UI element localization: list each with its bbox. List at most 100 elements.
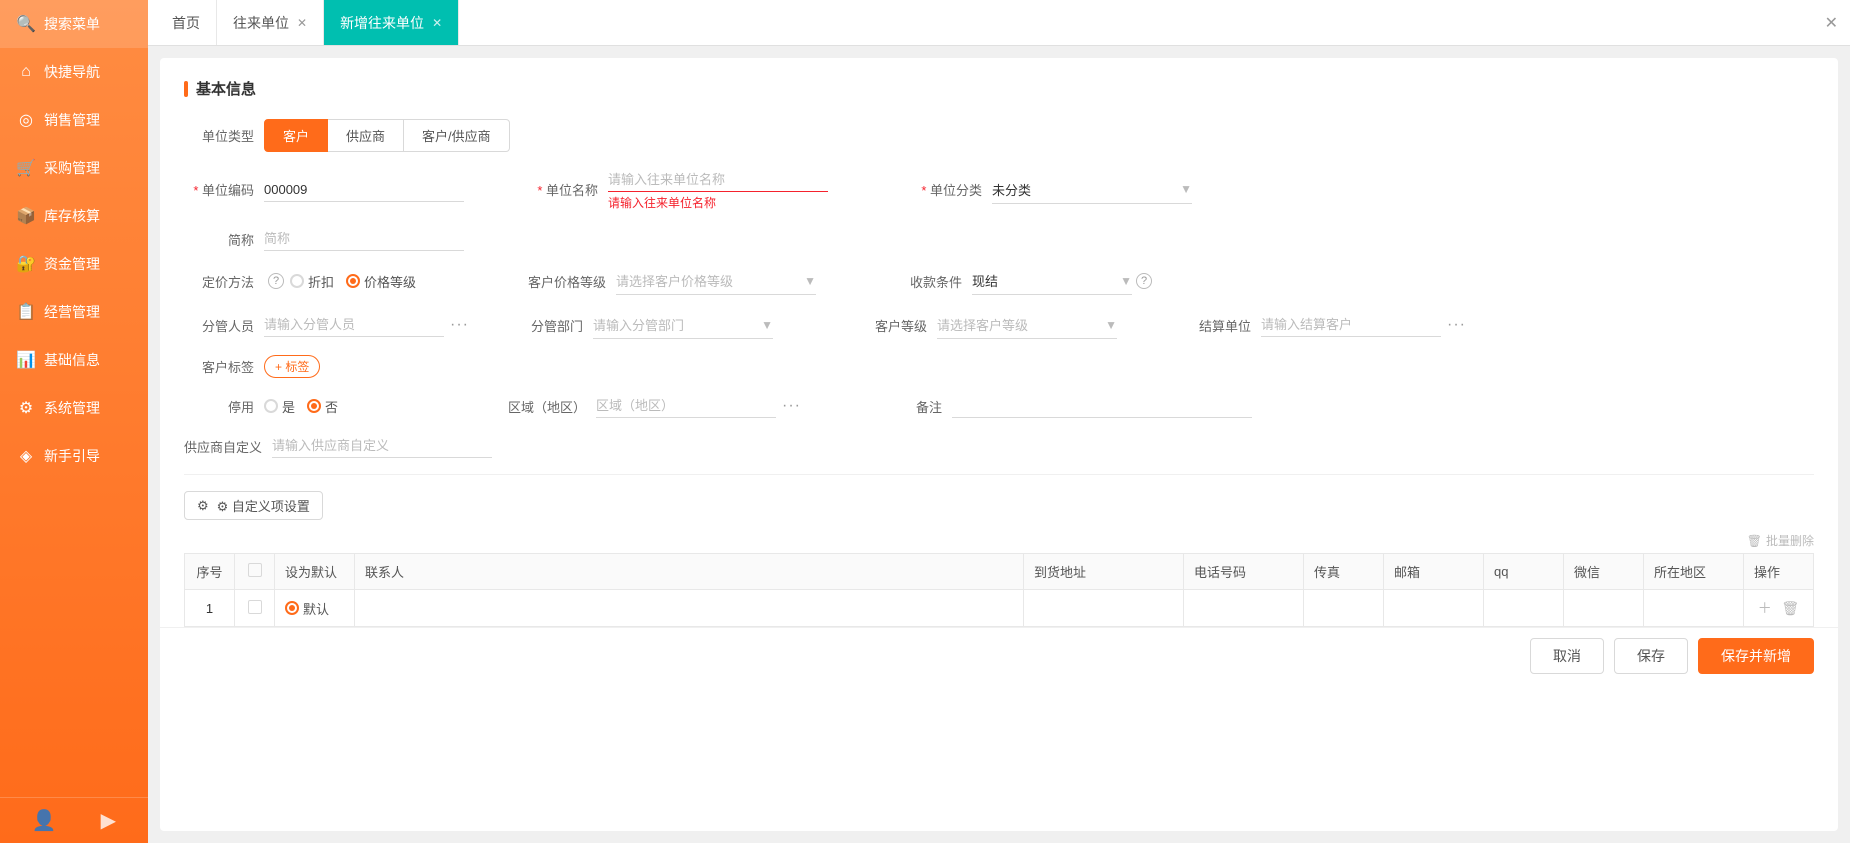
settlement-label: 结算单位 [1181,316,1261,335]
window-close-icon[interactable]: ✕ [1825,13,1838,33]
row-wechat-input[interactable] [1574,601,1633,616]
tab-home[interactable]: 首页 [156,0,217,45]
supervisor-more-btn[interactable]: ··· [450,316,469,334]
row-fax-input[interactable] [1314,601,1373,616]
payment-terms-select[interactable]: 现结 ▼ [972,267,1132,295]
custom-settings-btn[interactable]: ⚙ ⚙ 自定义项设置 [184,491,323,520]
settlement-input[interactable] [1261,313,1441,337]
row-phone [1184,590,1304,627]
sidebar-user-icon[interactable]: 👤 [32,808,57,833]
row-phone-input[interactable] [1194,601,1293,616]
radio-price-level[interactable]: 价格等级 [346,272,416,291]
unit-name-error: 请输入往来单位名称 [608,194,828,211]
row-contact [355,590,1024,627]
pricing-radio-group: 折扣 价格等级 [290,272,416,291]
payment-terms-help-icon[interactable]: ? [1136,273,1152,289]
search-icon: 🔍 [16,14,36,34]
remark-label: 备注 [872,397,952,416]
add-tag-btn[interactable]: + 标签 [264,355,320,378]
sidebar-expand-icon[interactable]: ▶ [101,808,116,833]
sidebar-item-ops[interactable]: 📋 经营管理 [0,288,148,336]
sidebar-bottom: 👤 ▶ [0,797,148,843]
col-ops: 操作 [1744,554,1814,590]
pricing-help-icon[interactable]: ? [268,273,284,289]
sidebar-item-purchase[interactable]: 🛒 采购管理 [0,144,148,192]
supervisor-input[interactable] [264,313,444,337]
tab-new-partner[interactable]: 新增往来单位 ✕ [324,0,459,45]
region-more-btn[interactable]: ··· [782,397,801,415]
type-btn-both[interactable]: 客户/供应商 [404,119,510,152]
row-area-input[interactable] [1654,601,1733,616]
row-add-btn[interactable]: ＋ [1758,600,1772,616]
col-phone: 电话号码 [1184,554,1304,590]
customer-tag-label: 客户标签 [184,357,264,376]
cust-level-select[interactable]: 请选择客户等级 ▼ [937,311,1117,339]
sidebar: 🔍 搜索菜单 ⌂ 快捷导航 ◎ 销售管理 🛒 采购管理 📦 库存核算 🔐 资金管… [0,0,148,843]
dept-label: 分管部门 [513,316,593,335]
sidebar-item-guide[interactable]: ◈ 新手引导 [0,432,148,480]
payment-terms-value: 现结 [972,271,998,290]
radio-disabled-no[interactable]: 否 [307,397,338,416]
unit-name-input[interactable] [608,168,828,192]
sidebar-item-capital[interactable]: 🔐 资金管理 [0,240,148,288]
radio-disabled-no-circle [307,399,321,413]
tab-new-partner-close[interactable]: ✕ [432,16,442,30]
cust-price-level-select[interactable]: 请选择客户价格等级 ▼ [616,267,816,295]
remark-input[interactable] [952,394,1252,418]
sidebar-item-quicknav[interactable]: ⌂ 快捷导航 [0,48,148,96]
disabled-radio-group: 是 否 [264,397,338,416]
unit-category-label: 单位分类 [912,180,992,199]
dept-select[interactable]: 请输入分管部门 ▼ [593,311,773,339]
unit-code-label: 单位编码 [184,180,264,199]
row-qq-input[interactable] [1494,601,1553,616]
tab-bar: 首页 往来单位 ✕ 新增往来单位 ✕ ✕ [148,0,1850,46]
unit-code-input[interactable] [264,178,464,202]
type-btn-supplier[interactable]: 供应商 [328,119,404,152]
radio-disabled-yes[interactable]: 是 [264,397,295,416]
row-default-radio[interactable]: 默认 [285,599,344,618]
save-button[interactable]: 保存 [1614,638,1688,674]
save-new-button[interactable]: 保存并新增 [1698,638,1814,674]
batch-delete-icon: 🗑 [1747,534,1762,548]
unit-type-label: 单位类型 [184,126,264,145]
unit-info-row: 单位编码 单位名称 请输入往来单位名称 单位分类 未分类 ▼ [184,168,1814,211]
tab-partners[interactable]: 往来单位 ✕ [217,0,324,45]
tab-partners-close[interactable]: ✕ [297,16,307,30]
sidebar-item-inventory[interactable]: 📦 库存核算 [0,192,148,240]
type-btn-customer[interactable]: 客户 [264,119,328,152]
row-delete-btn[interactable]: 🗑 [1781,600,1799,616]
short-name-input[interactable] [264,227,464,251]
supervisor-row: 分管人员 ··· 分管部门 请输入分管部门 ▼ 客户等级 请选择客户等级 ▼ [184,311,1814,339]
sidebar-item-sales[interactable]: ◎ 销售管理 [0,96,148,144]
content-area: 基本信息 单位类型 客户 供应商 客户/供应商 单位编码 单位名称 [160,58,1838,831]
row-email-input[interactable] [1394,601,1473,616]
settings-gear-icon: ⚙ [197,498,209,514]
unit-category-select[interactable]: 未分类 ▼ [992,176,1192,204]
cancel-button[interactable]: 取消 [1530,638,1604,674]
supplier-custom-input[interactable] [272,434,492,458]
select-all-checkbox[interactable] [248,563,262,577]
region-input[interactable] [596,394,776,418]
radio-discount-label: 折扣 [308,272,334,291]
batch-delete-label[interactable]: 批量删除 [1766,532,1814,549]
disabled-label: 停用 [184,397,264,416]
row-address [1024,590,1184,627]
row-ops: ＋ 🗑 [1744,590,1814,627]
col-contact: 联系人 [355,554,1024,590]
col-default: 设为默认 [275,554,355,590]
row-checkbox[interactable] [248,600,262,614]
sidebar-item-system[interactable]: ⚙ 系统管理 [0,384,148,432]
sidebar-item-search[interactable]: 🔍 搜索菜单 [0,0,148,48]
row-contact-input[interactable] [365,601,1013,616]
table-row: 1 默认 [185,590,1814,627]
radio-discount[interactable]: 折扣 [290,272,334,291]
sidebar-item-basic[interactable]: 📊 基础信息 [0,336,148,384]
row-address-input[interactable] [1034,601,1173,616]
settlement-more-btn[interactable]: ··· [1447,316,1466,334]
cust-level-label: 客户等级 [857,316,937,335]
col-area: 所在地区 [1644,554,1744,590]
basic-icon: 📊 [16,350,36,370]
row-wechat [1564,590,1644,627]
col-email: 邮箱 [1384,554,1484,590]
batch-delete-area: 🗑 批量删除 [184,532,1814,549]
